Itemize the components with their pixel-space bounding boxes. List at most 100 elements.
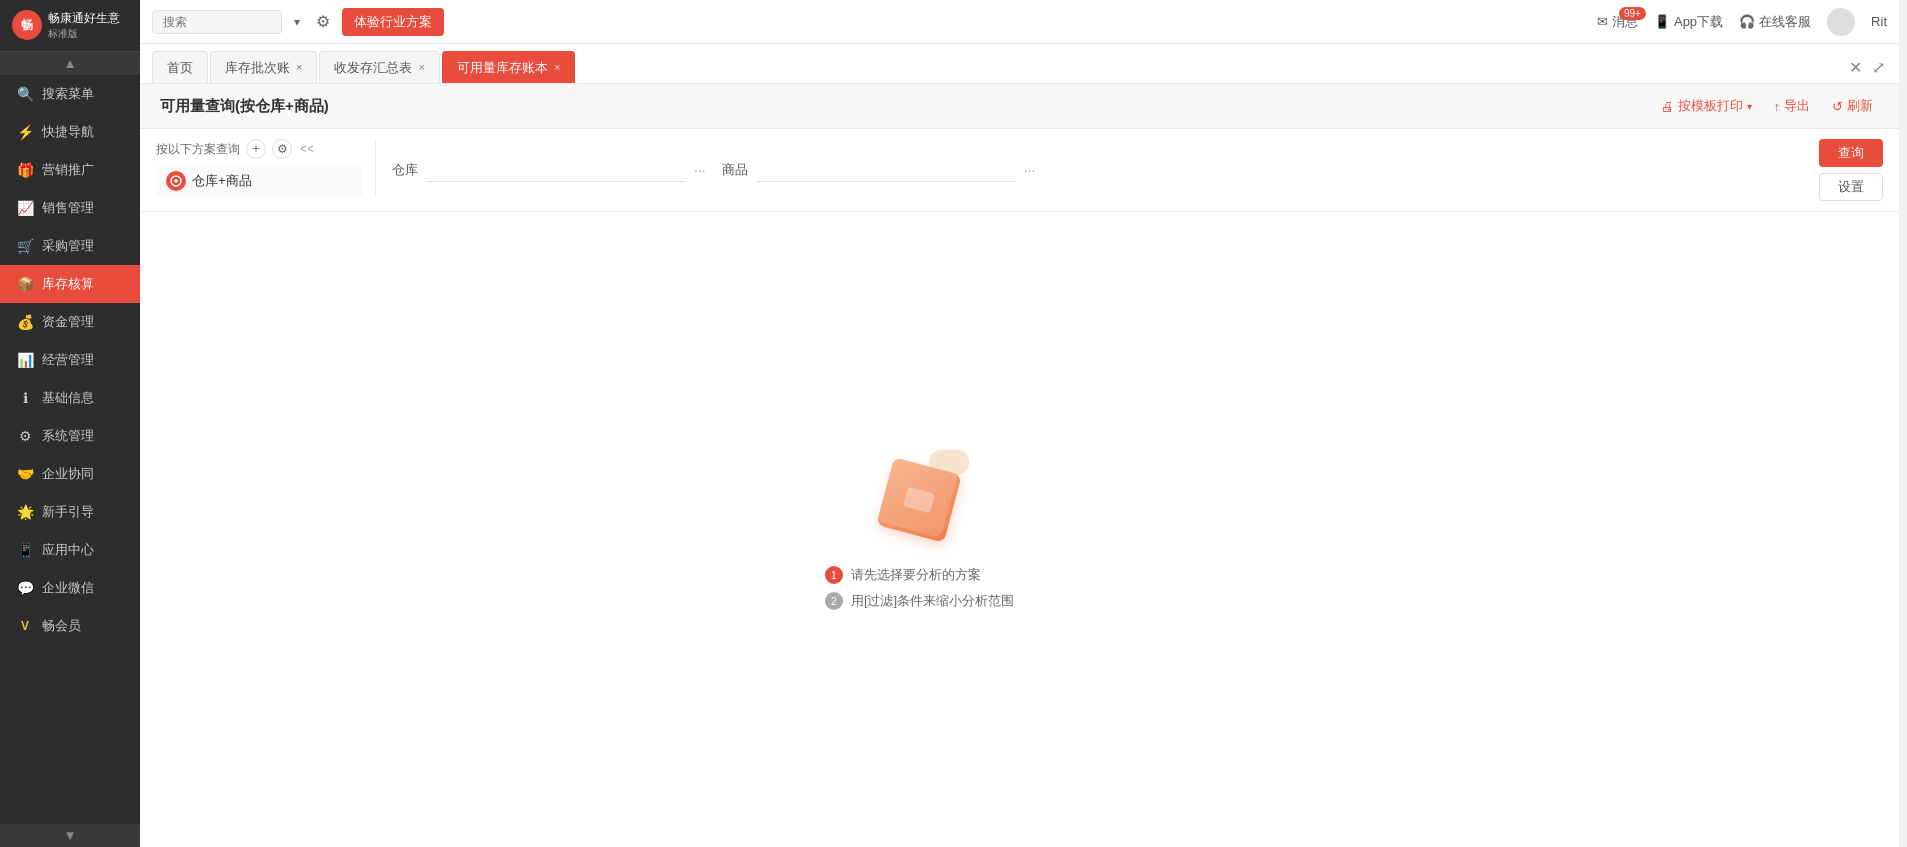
sidebar-scroll-up-btn[interactable]: ▲ bbox=[0, 52, 140, 75]
sidebar-item-shortcut[interactable]: ⚡ 快捷导航 bbox=[0, 113, 140, 151]
sidebar-item-cooperation[interactable]: 🤝 企业协同 bbox=[0, 455, 140, 493]
empty-illustration bbox=[869, 450, 969, 550]
sidebar-item-newguide[interactable]: 🌟 新手引导 bbox=[0, 493, 140, 531]
topbar-avatar bbox=[1827, 8, 1855, 36]
export-btn[interactable]: ↑ 导出 bbox=[1768, 94, 1817, 118]
sidebar-item-finance[interactable]: 💰 资金管理 bbox=[0, 303, 140, 341]
tab-expand-btn[interactable]: ⤢ bbox=[1870, 56, 1887, 79]
topbar-search-input[interactable] bbox=[152, 10, 282, 34]
print-icon: 🖨 bbox=[1661, 99, 1674, 114]
gear-icon: ⚙ bbox=[16, 427, 34, 445]
filter-area: 按以下方案查询 + ⚙ << 仓库+商品 仓库 ··· bbox=[140, 129, 1899, 212]
topbar-industry-btn[interactable]: 体验行业方案 bbox=[342, 8, 444, 36]
tab-batch[interactable]: 库存批次账 × bbox=[210, 51, 317, 83]
tab-stock-summary[interactable]: 收发存汇总表 × bbox=[319, 51, 439, 83]
topbar-online-service[interactable]: 🎧 在线客服 bbox=[1739, 13, 1811, 31]
sidebar-item-purchase[interactable]: 🛒 采购管理 bbox=[0, 227, 140, 265]
hint-num-2: 2 bbox=[825, 592, 843, 610]
filter-collapse-btn[interactable]: << bbox=[298, 140, 316, 158]
topbar-username: Rit bbox=[1871, 14, 1887, 29]
topbar-app-download[interactable]: 📱 App下载 bbox=[1654, 13, 1723, 31]
empty-hint-1: 1 请先选择要分析的方案 bbox=[825, 566, 1014, 584]
print-btn[interactable]: 🖨 按模板打印 ▾ bbox=[1655, 94, 1758, 118]
phone-icon: 📱 bbox=[1654, 14, 1670, 29]
tab-stock-summary-close[interactable]: × bbox=[418, 62, 424, 73]
sidebar-header: 畅 畅康通好生意 标准版 bbox=[0, 0, 140, 52]
sidebar-item-inventory[interactable]: 📦 库存核算 bbox=[0, 265, 140, 303]
empty-hints: 1 请先选择要分析的方案 2 用[过滤]条件来缩小分析范围 bbox=[825, 566, 1014, 610]
messages-badge: 99+ bbox=[1619, 7, 1646, 20]
tab-available-stock-close[interactable]: × bbox=[554, 62, 560, 73]
filter-settings-btn[interactable]: 设置 bbox=[1819, 173, 1883, 201]
topbar-gear-btn[interactable]: ⚙ bbox=[312, 10, 334, 33]
finance-icon: 💰 bbox=[16, 313, 34, 331]
shortcut-icon: ⚡ bbox=[16, 123, 34, 141]
filter-actions: 查询 设置 bbox=[1819, 139, 1883, 201]
warehouse-input[interactable] bbox=[426, 158, 686, 182]
topbar-right-area: ✉ 消息 99+ 📱 App下载 🎧 在线客服 Rit bbox=[1597, 8, 1887, 36]
page-title: 可用量查询(按仓库+商品) bbox=[160, 97, 329, 116]
goods-filter-field: 商品 ··· bbox=[722, 158, 1036, 182]
topbar-messages[interactable]: ✉ 消息 99+ bbox=[1597, 13, 1638, 31]
page-header: 可用量查询(按仓库+商品) 🖨 按模板打印 ▾ ↑ 导出 ↺ 刷新 bbox=[140, 84, 1899, 129]
filter-scheme-item[interactable]: 仓库+商品 bbox=[156, 165, 363, 197]
tab-available-stock[interactable]: 可用量库存账本 × bbox=[442, 51, 575, 83]
content-area: 1 请先选择要分析的方案 2 用[过滤]条件来缩小分析范围 bbox=[140, 212, 1899, 847]
filter-add-btn[interactable]: + bbox=[246, 139, 266, 159]
filter-left: 按以下方案查询 + ⚙ << 仓库+商品 bbox=[156, 139, 376, 197]
tab-home[interactable]: 首页 bbox=[152, 51, 208, 83]
sidebar-app-title: 畅康通好生意 bbox=[48, 10, 120, 27]
gift-icon: 🎁 bbox=[16, 161, 34, 179]
warehouse-label: 仓库 bbox=[392, 161, 418, 179]
export-icon: ↑ bbox=[1774, 99, 1781, 114]
goods-input[interactable] bbox=[756, 158, 1016, 182]
sidebar-logo: 畅 bbox=[12, 10, 42, 40]
sidebar-item-sales[interactable]: 📈 销售管理 bbox=[0, 189, 140, 227]
sales-icon: 📈 bbox=[16, 199, 34, 217]
scheme-icon bbox=[166, 171, 186, 191]
operation-icon: 📊 bbox=[16, 351, 34, 369]
filter-set-btn[interactable]: ⚙ bbox=[272, 139, 292, 159]
member-icon: V bbox=[16, 617, 34, 635]
tabs-end-area: ✕ ⤢ bbox=[1847, 56, 1887, 83]
empty-state: 1 请先选择要分析的方案 2 用[过滤]条件来缩小分析范围 bbox=[825, 450, 1014, 610]
tabs-bar: 首页 库存批次账 × 收发存汇总表 × 可用量库存账本 × ✕ ⤢ bbox=[140, 44, 1899, 84]
goods-more-btn[interactable]: ··· bbox=[1024, 162, 1036, 178]
inventory-icon: 📦 bbox=[16, 275, 34, 293]
sidebar-item-search[interactable]: 🔍 搜索菜单 bbox=[0, 75, 140, 113]
hint-num-1: 1 bbox=[825, 566, 843, 584]
sidebar-item-member[interactable]: V 畅会员 bbox=[0, 607, 140, 645]
sidebar: 畅 畅康通好生意 标准版 ▲ 🔍 搜索菜单 ⚡ 快捷导航 🎁 营销推广 📈 销售… bbox=[0, 0, 140, 847]
sidebar-app-subtitle: 标准版 bbox=[48, 27, 120, 41]
sidebar-item-wechat[interactable]: 💬 企业微信 bbox=[0, 569, 140, 607]
topbar-dropdown-btn[interactable]: ▾ bbox=[290, 13, 304, 31]
sidebar-item-system[interactable]: ⚙ 系统管理 bbox=[0, 417, 140, 455]
sidebar-scroll-down-btn[interactable]: ▼ bbox=[0, 824, 140, 847]
main-content: ▾ ⚙ 体验行业方案 ✉ 消息 99+ 📱 App下载 🎧 在线客服 Rit 首… bbox=[140, 0, 1899, 847]
sidebar-item-marketing[interactable]: 🎁 营销推广 bbox=[0, 151, 140, 189]
star-icon: 🌟 bbox=[16, 503, 34, 521]
info-icon: ℹ bbox=[16, 389, 34, 407]
cooperation-icon: 🤝 bbox=[16, 465, 34, 483]
query-btn[interactable]: 查询 bbox=[1819, 139, 1883, 167]
warehouse-filter-field: 仓库 ··· bbox=[392, 158, 706, 182]
sidebar-item-basic[interactable]: ℹ 基础信息 bbox=[0, 379, 140, 417]
page-header-actions: 🖨 按模板打印 ▾ ↑ 导出 ↺ 刷新 bbox=[1655, 94, 1880, 118]
tab-batch-close[interactable]: × bbox=[296, 62, 302, 73]
warehouse-more-btn[interactable]: ··· bbox=[694, 162, 706, 178]
sidebar-item-operation[interactable]: 📊 经营管理 bbox=[0, 341, 140, 379]
cart-icon: 🛒 bbox=[16, 237, 34, 255]
empty-hint-2: 2 用[过滤]条件来缩小分析范围 bbox=[825, 592, 1014, 610]
tab-close-all-btn[interactable]: ✕ bbox=[1847, 56, 1864, 79]
refresh-btn[interactable]: ↺ 刷新 bbox=[1826, 94, 1879, 118]
empty-box bbox=[877, 457, 963, 543]
filter-right: 仓库 ··· 商品 ··· 查询 设置 bbox=[376, 139, 1883, 201]
empty-box-face bbox=[903, 486, 935, 513]
topbar: ▾ ⚙ 体验行业方案 ✉ 消息 99+ 📱 App下载 🎧 在线客服 Rit bbox=[140, 0, 1899, 44]
headset-icon: 🎧 bbox=[1739, 14, 1755, 29]
sidebar-scroll-area: 🔍 搜索菜单 ⚡ 快捷导航 🎁 营销推广 📈 销售管理 🛒 采购管理 📦 库存核… bbox=[0, 75, 140, 824]
sidebar-item-appcenter[interactable]: 📱 应用中心 bbox=[0, 531, 140, 569]
right-scrollbar[interactable] bbox=[1899, 0, 1907, 847]
goods-label: 商品 bbox=[722, 161, 748, 179]
message-icon: ✉ bbox=[1597, 14, 1608, 29]
